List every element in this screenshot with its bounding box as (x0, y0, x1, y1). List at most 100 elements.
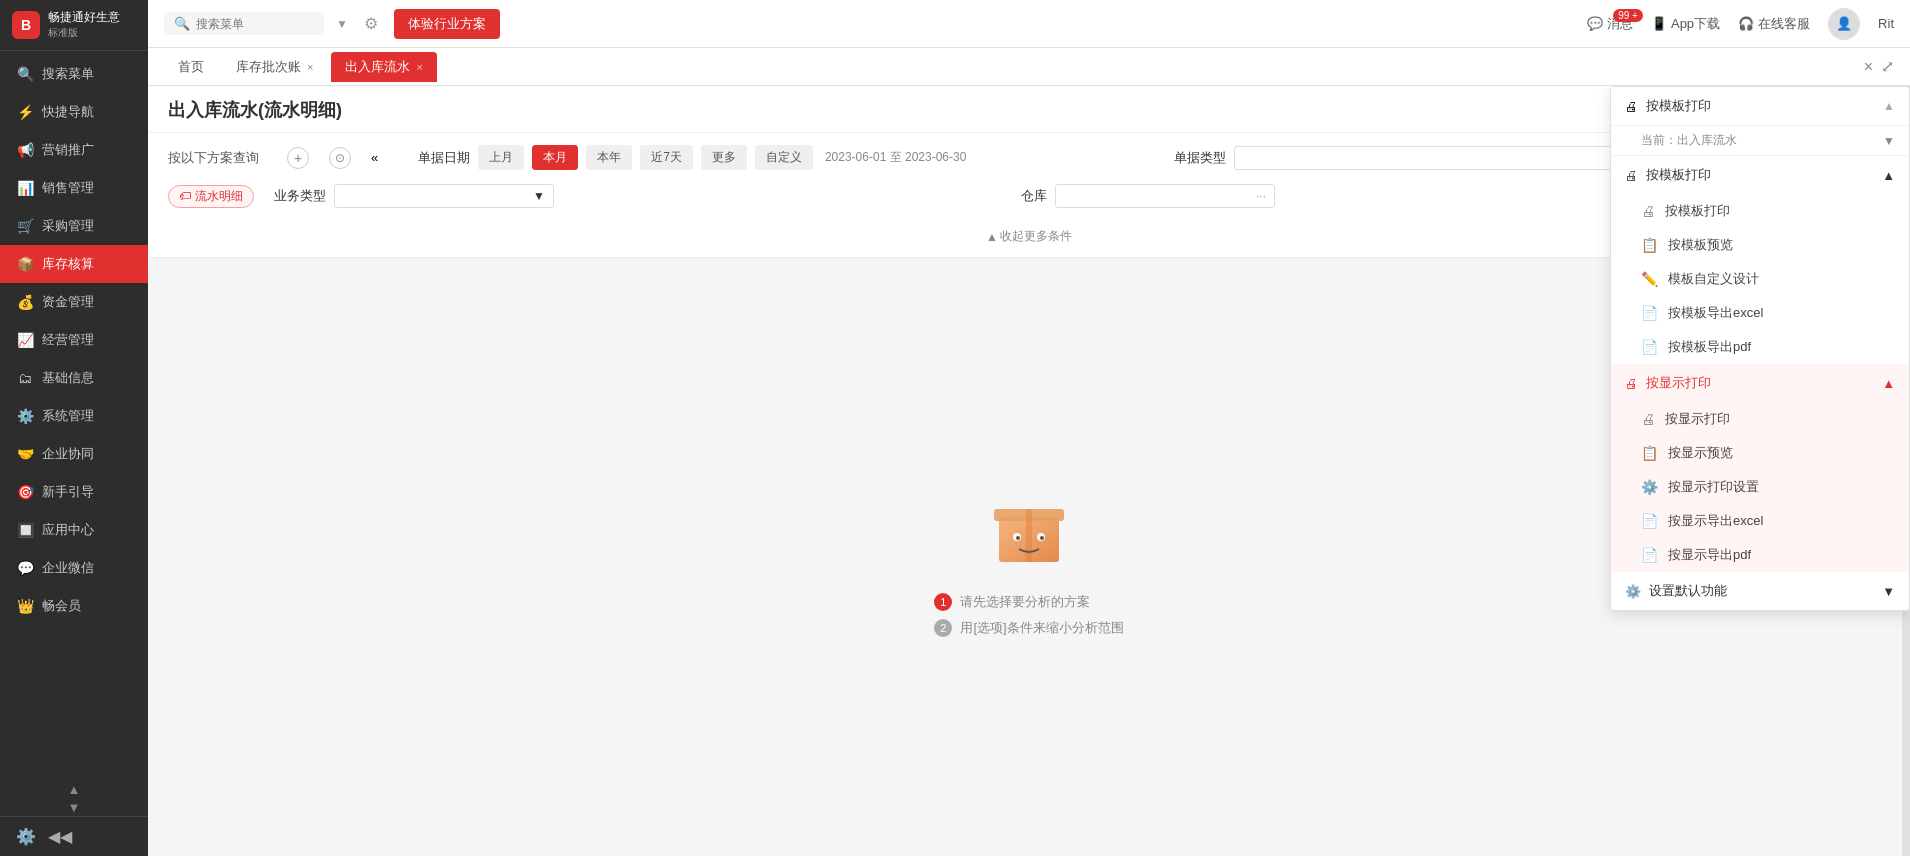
empty-state: 1 请先选择要分析的方案 2 用[选项]条件来缩小分析范围 (934, 477, 1123, 637)
dropdown-item-display-settings[interactable]: ⚙️ 按显示打印设置 (1611, 470, 1909, 504)
display-print-section-icon: 🖨 (1625, 376, 1638, 391)
tab-batch[interactable]: 库存批次账× (222, 52, 327, 82)
sidebar-scroll-down[interactable]: ▼ (0, 798, 148, 816)
date-filter-btn-更多[interactable]: 更多 (701, 145, 747, 170)
tab-maximize-btn[interactable]: ⤢ (1881, 57, 1894, 76)
date-filter-label: 单据日期 (418, 149, 470, 167)
logo-text: 畅捷通好生意 (48, 10, 120, 26)
logo-sub: 标准版 (48, 26, 120, 40)
sidebar-icon-guide: 🎯 (16, 483, 34, 501)
sidebar-item-inventory[interactable]: 📦 库存核算 (0, 245, 148, 283)
date-filter-btn-本年[interactable]: 本年 (586, 145, 632, 170)
default-section-chevron: ▼ (1882, 584, 1895, 599)
sidebar-icon-quick-nav: ⚡ (16, 103, 34, 121)
sidebar-item-search[interactable]: 🔍 搜索菜单 (0, 55, 148, 93)
dropdown-item-display-print[interactable]: 🖨 按显示打印 (1611, 402, 1909, 436)
filter-add-btn[interactable]: + (287, 147, 309, 169)
sidebar-item-basic[interactable]: 🗂 基础信息 (0, 359, 148, 397)
quick-tag-icon: 🏷 (179, 189, 191, 203)
avatar-icon: 👤 (1836, 16, 1852, 31)
search-input[interactable] (196, 17, 314, 31)
topbar-gear-icon[interactable]: ⚙ (360, 10, 382, 37)
sidebar-item-wechat[interactable]: 💬 企业微信 (0, 549, 148, 587)
dropdown-current-chevron[interactable]: ▼ (1883, 134, 1895, 148)
biztype-input[interactable]: ▼ (334, 184, 554, 208)
sidebar-scroll-up[interactable]: ▲ (0, 780, 148, 798)
tab-flow[interactable]: 出入库流水× (331, 52, 436, 82)
dropdown-default-section-header[interactable]: ⚙️ 设置默认功能 ▼ (1611, 572, 1909, 610)
app-label: App下载 (1671, 15, 1720, 33)
hint-num-1: 1 (934, 593, 952, 611)
sidebar-item-operation[interactable]: 📈 经营管理 (0, 321, 148, 359)
sidebar-label-search: 搜索菜单 (42, 65, 94, 83)
username-label[interactable]: Rit (1878, 16, 1894, 31)
dropdown-item-template-pdf[interactable]: 📄 按模板导出pdf (1611, 330, 1909, 364)
sidebar-collapse-btn[interactable]: ◀◀ (48, 827, 72, 846)
page-wrapper: 出入库流水(流水明细) 🖨 按模板打印 ▲ ⬆ 导出 ↻ 刷新 (148, 86, 1910, 856)
dropdown-item-display-excel[interactable]: 📄 按显示导出excel (1611, 504, 1909, 538)
sidebar-item-app-center[interactable]: 🔲 应用中心 (0, 511, 148, 549)
sidebar-icon-app-center: 🔲 (16, 521, 34, 539)
sidebar-icon-finance: 💰 (16, 293, 34, 311)
search-icon: 🔍 (174, 16, 190, 31)
sidebar-item-vip[interactable]: 👑 畅会员 (0, 587, 148, 625)
date-filter-btn-近7天[interactable]: 近7天 (640, 145, 693, 170)
topbar: 🔍 ▼ ⚙ 体验行业方案 💬 消息 99 + 📱 App下载 🎧 在线客服 👤 (148, 0, 1910, 48)
topbar-chevron-icon[interactable]: ▼ (336, 17, 348, 31)
dropdown-display-section-header[interactable]: 🖨 按显示打印 ▲ (1611, 364, 1909, 402)
dropdown-item-display-pdf[interactable]: 📄 按显示导出pdf (1611, 538, 1909, 572)
topbar-search-box[interactable]: 🔍 (164, 12, 324, 35)
empty-hint-2: 2 用[选项]条件来缩小分析范围 (934, 619, 1123, 637)
dropdown-main-chevron[interactable]: ▲ (1883, 99, 1895, 113)
biztype-dropdown-icon: ▼ (533, 189, 545, 203)
date-filter-btn-自定义[interactable]: 自定义 (755, 145, 813, 170)
sidebar-label-vip: 畅会员 (42, 597, 81, 615)
tab-close-all-btn[interactable]: × (1864, 58, 1873, 76)
filter-collapse-icon[interactable]: « (371, 150, 378, 165)
sidebar-item-marketing[interactable]: 📢 营销推广 (0, 131, 148, 169)
sidebar-label-system: 系统管理 (42, 407, 94, 425)
item-disp-settings-icon: ⚙️ (1641, 479, 1658, 495)
sidebar-item-purchase[interactable]: 🛒 采购管理 (0, 207, 148, 245)
tab-close-flow[interactable]: × (416, 61, 422, 73)
sidebar-item-guide[interactable]: 🎯 新手引导 (0, 473, 148, 511)
item-preview-icon: 📋 (1641, 237, 1658, 253)
date-range-label: 2023-06-01 至 2023-06-30 (825, 149, 966, 166)
dropdown-print-icon: 🖨 (1625, 99, 1638, 114)
dropdown-template-section-header[interactable]: 🖨 按模板打印 ▲ (1611, 156, 1909, 194)
tab-close-batch[interactable]: × (307, 61, 313, 73)
dropdown-item-template-print[interactable]: 🖨 按模板打印 (1611, 194, 1909, 228)
collapse-btn[interactable]: ▲ 收起更多条件 (986, 228, 1072, 245)
warehouse-input[interactable]: ··· (1055, 184, 1275, 208)
sidebar-icon-vip: 👑 (16, 597, 34, 615)
service-label: 在线客服 (1758, 15, 1810, 33)
sidebar-item-sales[interactable]: 📊 销售管理 (0, 169, 148, 207)
sidebar-icon-sales: 📊 (16, 179, 34, 197)
dropdown-item-template-excel[interactable]: 📄 按模板导出excel (1611, 296, 1909, 330)
dropdown-current-label: 当前：出入库流水 (1641, 132, 1737, 149)
user-avatar[interactable]: 👤 (1828, 8, 1860, 40)
sidebar-settings-btn[interactable]: ⚙️ (16, 827, 36, 846)
sidebar-icon-search: 🔍 (16, 65, 34, 83)
notice-button[interactable]: 💬 消息 99 + (1587, 15, 1633, 33)
online-service-button[interactable]: 🎧 在线客服 (1738, 15, 1810, 33)
biztype-filter-label: 业务类型 (274, 187, 326, 205)
tab-home[interactable]: 首页 (164, 52, 218, 82)
dropdown-item-template-custom[interactable]: ✏️ 模板自定义设计 (1611, 262, 1909, 296)
notice-badge: 99 + (1613, 9, 1643, 22)
sidebar-item-system[interactable]: ⚙️ 系统管理 (0, 397, 148, 435)
dropdown-item-display-preview[interactable]: 📋 按显示预览 (1611, 436, 1909, 470)
collapse-up-icon: ▲ (986, 230, 998, 244)
date-filter-btn-上月[interactable]: 上月 (478, 145, 524, 170)
template-print-section-icon: 🖨 (1625, 168, 1638, 183)
quick-tag[interactable]: 🏷 流水明细 (168, 185, 254, 208)
sidebar-item-quick-nav[interactable]: ⚡ 快捷导航 (0, 93, 148, 131)
filter-settings-btn[interactable]: ⊙ (329, 147, 351, 169)
date-filter-btn-本月[interactable]: 本月 (532, 145, 578, 170)
item-display-excel-label: 按显示导出excel (1668, 512, 1763, 530)
sidebar-item-finance[interactable]: 💰 资金管理 (0, 283, 148, 321)
app-download-button[interactable]: 📱 App下载 (1651, 15, 1720, 33)
industry-solution-button[interactable]: 体验行业方案 (394, 9, 500, 39)
dropdown-item-template-preview[interactable]: 📋 按模板预览 (1611, 228, 1909, 262)
sidebar-item-collab[interactable]: 🤝 企业协同 (0, 435, 148, 473)
